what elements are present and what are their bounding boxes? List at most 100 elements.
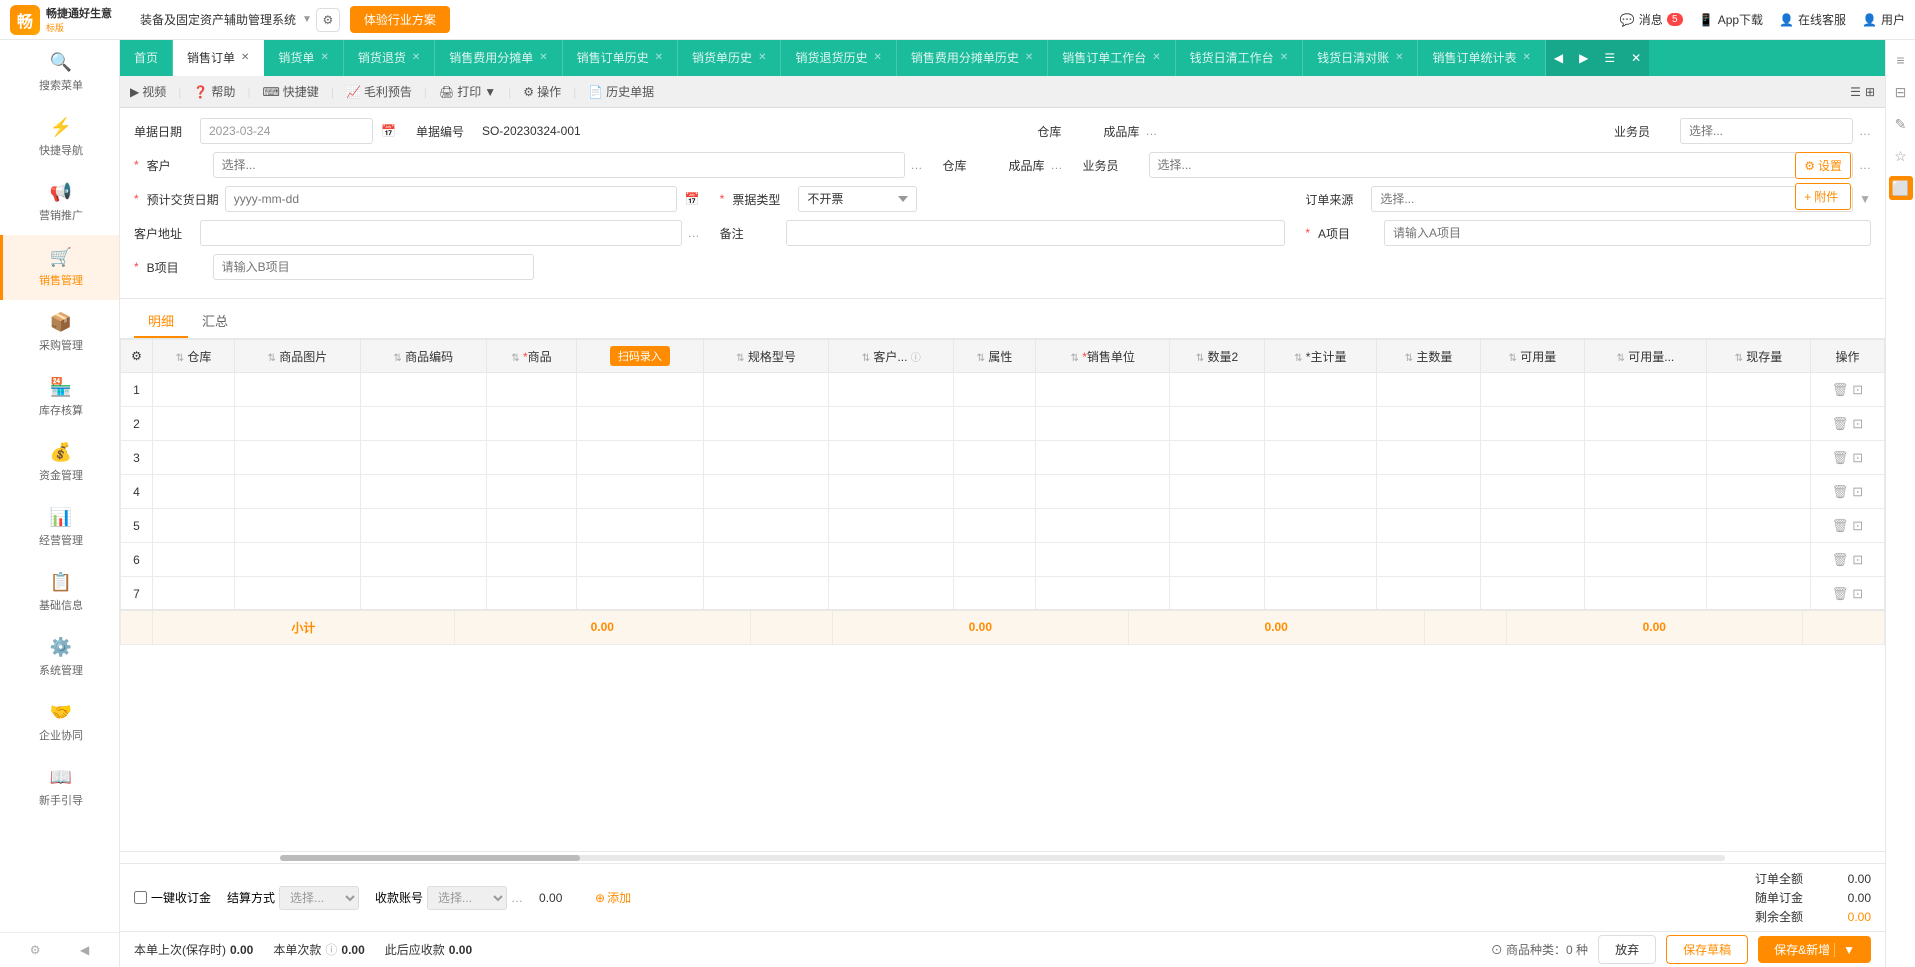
tab-close-icon[interactable]: ✕: [758, 40, 766, 76]
save-draft-btn[interactable]: 保存草稿: [1666, 935, 1748, 964]
delivery-calendar-icon[interactable]: 📅: [685, 192, 700, 206]
dropdown-arrow-icon[interactable]: ▼: [302, 14, 312, 25]
online-service-btn[interactable]: 👤 在线客服: [1779, 11, 1846, 28]
profit-btn[interactable]: 📈 毛利预告: [346, 83, 412, 100]
sidebar-item-system[interactable]: ⚙️ 系统管理: [0, 625, 119, 690]
tab-close-icon[interactable]: ✕: [655, 40, 663, 76]
delete-row-icon[interactable]: 🗑: [1832, 416, 1849, 432]
delete-row-icon[interactable]: 🗑: [1832, 450, 1849, 466]
tab-summary[interactable]: 汇总: [188, 305, 242, 338]
sidebar-item-sales[interactable]: 🛒 销售管理: [0, 235, 119, 300]
warehouse2-more-icon[interactable]: …: [1051, 158, 1063, 172]
delete-row-icon[interactable]: 🗑: [1832, 518, 1849, 534]
app-download-btn[interactable]: 📱 App下载: [1699, 11, 1763, 28]
grid-toggle-btn[interactable]: ⊞: [1865, 85, 1875, 99]
tab-sales-order-history[interactable]: 销售订单历史 ✕: [563, 40, 678, 76]
tab-menu-icon[interactable]: ☰: [1596, 40, 1623, 76]
one-click-check-input[interactable]: [134, 891, 147, 904]
account-more-icon[interactable]: …: [511, 891, 523, 905]
tab-cash-reconcile[interactable]: 钱货日清对账 ✕: [1303, 40, 1418, 76]
right-panel-icon-4[interactable]: ☆: [1889, 144, 1913, 168]
barcode-btn[interactable]: 扫码录入: [610, 346, 670, 366]
remark-input[interactable]: [786, 220, 1286, 246]
tab-close-icon[interactable]: ✕: [1152, 40, 1160, 76]
customer-input[interactable]: [213, 152, 905, 178]
staff-input[interactable]: [1680, 118, 1853, 144]
sidebar-item-guide[interactable]: 📖 新手引导: [0, 755, 119, 820]
order-source-arrow[interactable]: ▼: [1859, 192, 1871, 206]
tab-sales-invoice[interactable]: 销货单 ✕: [264, 40, 343, 76]
sidebar-item-marketing[interactable]: 📢 营销推广: [0, 170, 119, 235]
tab-sales-expense[interactable]: 销售费用分摊单 ✕: [435, 40, 562, 76]
staff2-more-icon[interactable]: …: [1859, 158, 1871, 172]
sidebar-item-search[interactable]: 🔍 搜索菜单: [0, 40, 119, 105]
right-panel-icon-2[interactable]: ⊟: [1889, 80, 1913, 104]
invoice-select[interactable]: 不开票 增值税普通发票 增值税专用发票: [798, 186, 917, 212]
tab-close-icon[interactable]: ✕: [412, 40, 420, 76]
sidebar-item-purchase[interactable]: 📦 采购管理: [0, 300, 119, 365]
tab-sales-report[interactable]: 销售订单统计表 ✕: [1418, 40, 1545, 76]
view-toggle-btn[interactable]: ☰: [1850, 85, 1861, 99]
tab-sales-invoice-history[interactable]: 销货单历史 ✕: [678, 40, 781, 76]
sidebar-item-inventory[interactable]: 🏪 库存核算: [0, 365, 119, 430]
shortcut-btn[interactable]: ⌨ 快捷键: [262, 83, 318, 100]
right-panel-icon-3[interactable]: ✎: [1889, 112, 1913, 136]
copy-row-icon[interactable]: ⊡: [1852, 484, 1863, 500]
tab-close-icon[interactable]: ✕: [1025, 40, 1033, 76]
tab-sales-return[interactable]: 销货退货 ✕: [344, 40, 435, 76]
sidebar-item-basic[interactable]: 📋 基础信息: [0, 560, 119, 625]
tab-sales-return-history[interactable]: 销货退货历史 ✕: [781, 40, 896, 76]
user-avatar[interactable]: 👤 用户: [1862, 11, 1905, 28]
industry-btn[interactable]: 体验行业方案: [350, 6, 450, 33]
right-panel-icon-5[interactable]: ⬜: [1889, 176, 1913, 200]
tab-close-icon[interactable]: ✕: [241, 40, 249, 76]
save-new-btn[interactable]: 保存&新增 ▼: [1758, 936, 1871, 963]
address-more-icon[interactable]: …: [688, 226, 700, 240]
tab-close-icon[interactable]: ✕: [320, 40, 328, 76]
tab-close-icon[interactable]: ✕: [873, 40, 881, 76]
copy-row-icon[interactable]: ⊡: [1852, 416, 1863, 432]
attach-btn[interactable]: + 附件: [1795, 183, 1851, 210]
horizontal-scrollbar[interactable]: [120, 851, 1885, 863]
delete-row-icon[interactable]: 🗑: [1832, 552, 1849, 568]
tab-detail[interactable]: 明细: [134, 305, 188, 338]
tab-prev-icon[interactable]: ◀: [1546, 40, 1571, 76]
date-input[interactable]: [200, 118, 373, 144]
staff2-input[interactable]: [1149, 152, 1854, 178]
tab-sales-order[interactable]: 销售订单 ✕: [173, 40, 264, 76]
copy-row-icon[interactable]: ⊡: [1852, 586, 1863, 602]
delete-row-icon[interactable]: 🗑: [1832, 382, 1849, 398]
a-project-input[interactable]: [1384, 220, 1871, 246]
one-click-checkbox[interactable]: 一键收订金: [134, 889, 211, 906]
tab-close-icon[interactable]: ✕: [1395, 40, 1403, 76]
tab-order-workbench[interactable]: 销售订单工作台 ✕: [1048, 40, 1175, 76]
staff-more-icon[interactable]: …: [1859, 124, 1871, 138]
settings-btn[interactable]: ⚙ 设置: [1795, 152, 1851, 179]
customer-more-icon[interactable]: …: [911, 158, 923, 172]
delete-row-icon[interactable]: 🗑: [1832, 586, 1849, 602]
help-btn[interactable]: ❓ 帮助: [193, 83, 235, 100]
warehouse-more-icon[interactable]: …: [1145, 124, 1157, 138]
copy-row-icon[interactable]: ⊡: [1852, 450, 1863, 466]
payment-method-select[interactable]: 选择...: [279, 886, 359, 910]
collapse-icon[interactable]: ◀: [80, 943, 89, 957]
print-btn[interactable]: 🖨 打印 ▼: [439, 83, 496, 100]
gear-col-icon[interactable]: ⚙: [131, 349, 142, 363]
discard-btn[interactable]: 放弃: [1598, 935, 1656, 964]
sidebar-item-quick[interactable]: ⚡ 快捷导航: [0, 105, 119, 170]
copy-row-icon[interactable]: ⊡: [1852, 382, 1863, 398]
sidebar-item-finance[interactable]: 💰 资金管理: [0, 430, 119, 495]
right-panel-icon-1[interactable]: ≡: [1889, 48, 1913, 72]
history-btn[interactable]: 📄 历史单据: [588, 83, 654, 100]
table-container[interactable]: ⚙ ⇅ 仓库 ⇅ 商品图片 ⇅ 商品编码 ⇅ *商品 扫码录入 ⇅ 规格型号 ⇅…: [120, 339, 1885, 609]
delivery-input[interactable]: [225, 186, 677, 212]
add-payment-btn[interactable]: ⊕ 添加: [595, 889, 631, 906]
b-project-input[interactable]: [213, 254, 534, 280]
calendar-icon[interactable]: 📅: [381, 124, 396, 138]
sidebar-item-operation[interactable]: 📊 经营管理: [0, 495, 119, 560]
tab-cash-workbench[interactable]: 钱货日清工作台 ✕: [1176, 40, 1303, 76]
order-source-input[interactable]: [1371, 186, 1853, 212]
tab-close-all-icon[interactable]: ✕: [1623, 40, 1649, 76]
address-input[interactable]: [200, 220, 682, 246]
save-new-arrow-icon[interactable]: ▼: [1834, 943, 1855, 957]
